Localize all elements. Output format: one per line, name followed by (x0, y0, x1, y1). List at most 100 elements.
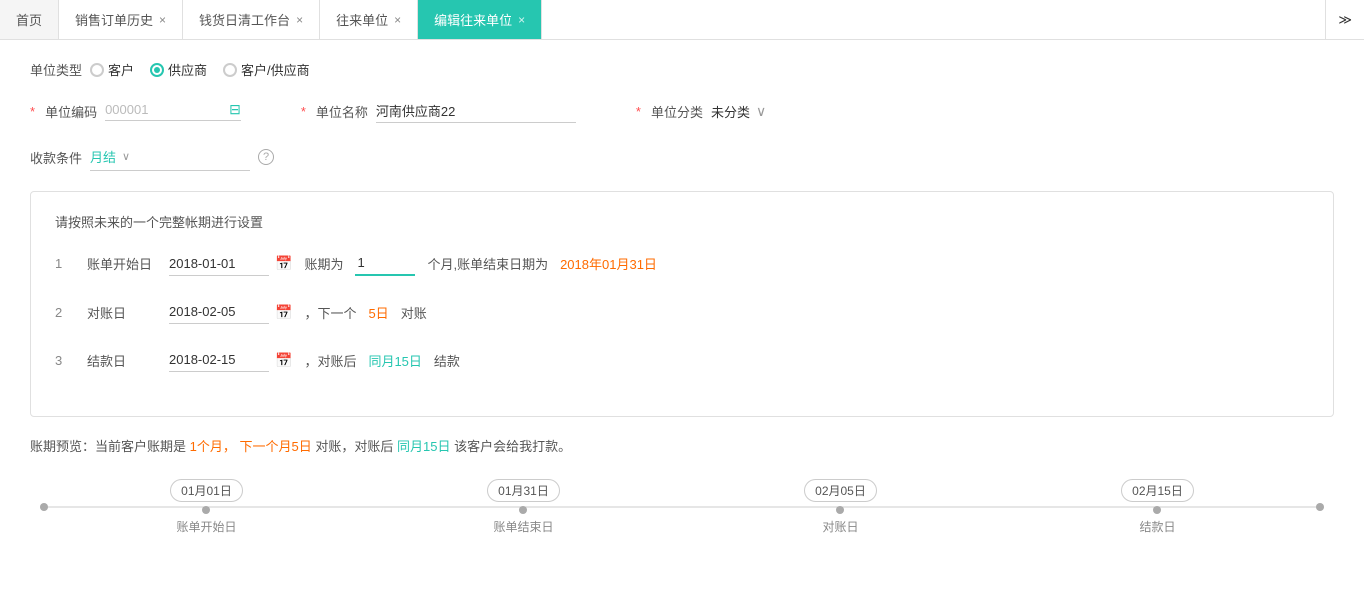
row1-period-unit: 个月,账单结束日期为 (427, 254, 548, 273)
tl-node-3-pill: 02月15日 (1121, 479, 1194, 502)
tl-node-1-pill: 01月31日 (487, 479, 560, 502)
row3-suffix: ，对账后 (304, 351, 356, 370)
name-required-star: * (301, 104, 306, 119)
radio-both[interactable]: 客户/供应商 (223, 60, 310, 79)
row2-suffix: ，下一个 (304, 303, 356, 322)
payment-label: 收款条件 (30, 148, 82, 167)
preview-part2: 下一个月5日 (240, 439, 312, 454)
payment-date-row: 3 结款日 📅 ，对账后 同月15日 结款 (55, 348, 1309, 372)
tab-cash-work-close[interactable]: × (296, 13, 303, 27)
row2-middle: 对账 (401, 303, 427, 322)
row2-num: 2 (55, 305, 75, 320)
tl-node-0: 01月01日 账单开始日 (170, 479, 243, 535)
tl-node-3: 02月15日 结款日 (1121, 479, 1194, 535)
radio-customer[interactable]: 客户 (90, 60, 134, 79)
name-group: * 单位名称 (301, 99, 576, 123)
code-required-star: * (30, 104, 35, 119)
tab-edit-partner[interactable]: 编辑往来单位 × (418, 0, 542, 39)
section-title: 请按照未来的一个完整帐期进行设置 (55, 212, 1309, 231)
tab-home-label: 首页 (16, 10, 42, 29)
tab-sales-history-close[interactable]: × (159, 13, 166, 27)
code-input-wrapper: ⊟ (105, 101, 241, 121)
tl-node-0-pill: 01月01日 (170, 479, 243, 502)
row1-num: 1 (55, 256, 75, 271)
payment-date-cal-icon[interactable]: 📅 (275, 352, 292, 369)
payment-row: 收款条件 月结 ∨ ? (30, 143, 1334, 171)
code-name-category-row: * 单位编码 ⊟ * 单位名称 * 单位分类 未分类 ∨ (30, 99, 1334, 123)
settings-section: 请按照未来的一个完整帐期进行设置 1 账单开始日 📅 账期为 个月,账单结束日期… (30, 191, 1334, 417)
radio-supplier-label: 供应商 (168, 60, 207, 79)
name-input[interactable] (376, 99, 576, 123)
timeline-nodes: 01月01日 账单开始日 01月31日 账单结束日 02月05日 对账日 02月… (48, 482, 1316, 532)
tab-partner-close[interactable]: × (394, 13, 401, 27)
row3-highlight2: 同月15日 (368, 351, 421, 370)
row1-end-date: 2018年01月31日 (560, 254, 657, 273)
preview-prefix: 账期预览：当前客户账期是 (30, 439, 186, 454)
category-group: * 单位分类 未分类 ∨ (636, 102, 911, 121)
tl-node-1: 01月31日 账单结束日 (487, 479, 560, 535)
radio-supplier-circle (150, 63, 164, 77)
reconcile-date-wrapper: 📅 (169, 300, 292, 324)
copy-icon[interactable]: ⊟ (229, 101, 241, 118)
preview-part3: 同月15日 (397, 439, 450, 454)
start-date-input[interactable] (169, 252, 269, 276)
tab-expand-button[interactable]: ≫ (1325, 0, 1364, 39)
preview-text: 账期预览：当前客户账期是 1个月， 下一个月5日 对账，对账后 同月15日 该客… (30, 437, 1334, 458)
tl-node-3-label: 结款日 (1139, 518, 1175, 535)
radio-supplier[interactable]: 供应商 (150, 60, 207, 79)
tab-partner[interactable]: 往来单位 × (320, 0, 418, 39)
code-label: 单位编码 (45, 102, 97, 121)
payment-help-icon[interactable]: ? (258, 149, 274, 165)
code-group: * 单位编码 ⊟ (30, 101, 241, 121)
unit-type-label: 单位类型 (30, 60, 82, 79)
timeline-right-dot (1316, 503, 1324, 511)
code-input[interactable] (105, 102, 225, 117)
radio-customer-label: 客户 (108, 60, 134, 79)
payment-group: 收款条件 月结 ∨ ? (30, 143, 274, 171)
tab-edit-partner-label: 编辑往来单位 (434, 10, 512, 29)
tab-partner-label: 往来单位 (336, 10, 388, 29)
category-label: 单位分类 (651, 102, 703, 121)
row3-label: 结款日 (87, 351, 157, 370)
row3-end: 结款 (434, 351, 460, 370)
tl-node-2-label: 对账日 (822, 518, 858, 535)
tl-node-2-dot (836, 506, 844, 514)
row2-label: 对账日 (87, 303, 157, 322)
payment-date-input[interactable] (169, 348, 269, 372)
preview-part1: 1个月， (190, 439, 236, 454)
start-date-row: 1 账单开始日 📅 账期为 个月,账单结束日期为 2018年01月31日 (55, 251, 1309, 276)
category-select[interactable]: 未分类 ∨ (711, 102, 911, 121)
row1-label: 账单开始日 (87, 254, 157, 273)
tl-node-2-pill: 02月05日 (804, 479, 877, 502)
category-value: 未分类 (711, 102, 750, 121)
payment-date-wrapper: 📅 (169, 348, 292, 372)
category-required-star: * (636, 104, 641, 119)
tl-node-0-label: 账单开始日 (176, 518, 236, 535)
start-date-wrapper: 📅 (169, 252, 292, 276)
unit-type-group: 单位类型 客户 供应商 客户/供应商 (30, 60, 310, 79)
period-input[interactable] (355, 251, 415, 276)
row1-suffix: 账期为 (304, 254, 343, 273)
reconcile-date-row: 2 对账日 📅 ，下一个 5日 对账 (55, 300, 1309, 324)
radio-group: 客户 供应商 客户/供应商 (90, 60, 310, 79)
name-label: 单位名称 (316, 102, 368, 121)
start-date-cal-icon[interactable]: 📅 (275, 255, 292, 272)
payment-value: 月结 (90, 147, 116, 166)
unit-type-row: 单位类型 客户 供应商 客户/供应商 (30, 60, 1334, 79)
radio-both-circle (223, 63, 237, 77)
preview-suffix: 该客户会给我打款。 (454, 439, 571, 454)
preview-middle: 对账，对账后 (315, 439, 393, 454)
row2-highlight1: 5日 (368, 303, 388, 322)
tab-cash-work[interactable]: 钱货日清工作台 × (183, 0, 320, 39)
tab-sales-history[interactable]: 销售订单历史 × (59, 0, 183, 39)
tl-node-3-dot (1153, 506, 1161, 514)
payment-chevron-icon: ∨ (122, 150, 130, 163)
reconcile-date-input[interactable] (169, 300, 269, 324)
timeline-track: 01月01日 账单开始日 01月31日 账单结束日 02月05日 对账日 02月… (48, 482, 1316, 532)
tab-home[interactable]: 首页 (0, 0, 59, 39)
radio-customer-circle (90, 63, 104, 77)
expand-icon: ≫ (1338, 12, 1352, 28)
reconcile-date-cal-icon[interactable]: 📅 (275, 304, 292, 321)
payment-select[interactable]: 月结 ∨ (90, 143, 250, 171)
tab-edit-partner-close[interactable]: × (518, 13, 525, 27)
